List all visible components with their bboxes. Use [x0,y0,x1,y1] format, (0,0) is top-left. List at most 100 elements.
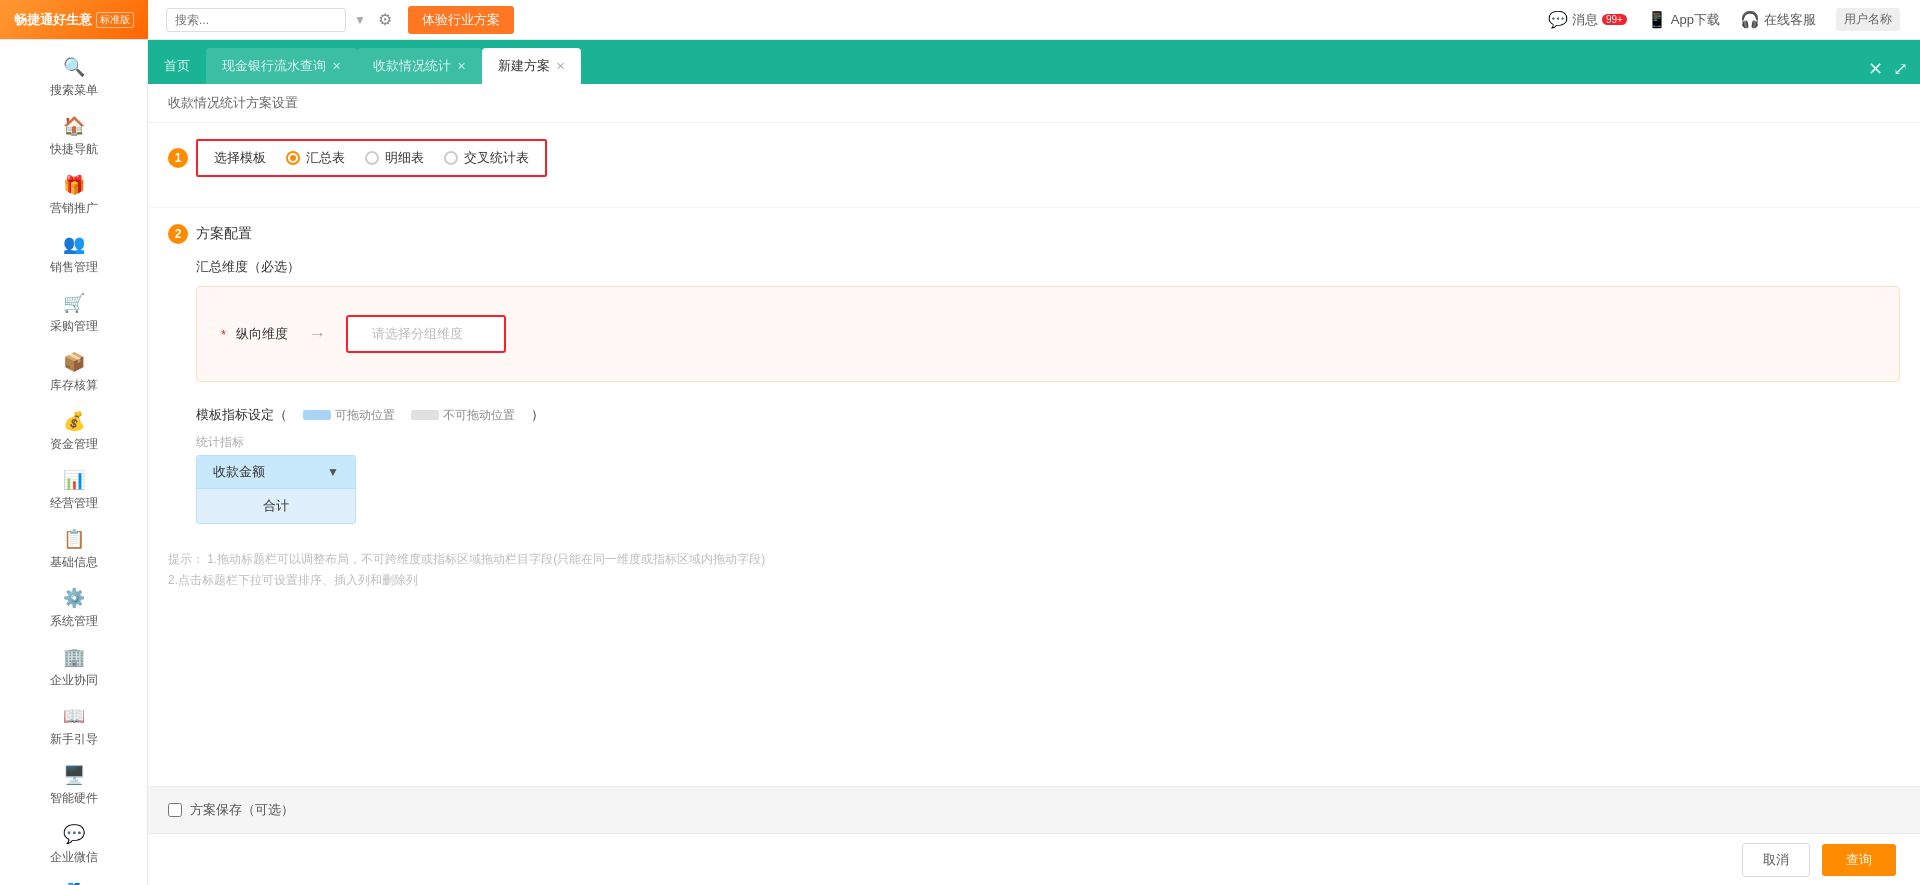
tip-1: 提示： 1.拖动标题栏可以调整布局，不可跨维度或指标区域拖动栏目字段(只能在同一… [168,551,1900,568]
sidebar-item-sales[interactable]: 👥 销售管理 [0,225,147,284]
sidebar-item-inventory-label: 库存核算 [50,377,98,394]
cancel-button[interactable]: 取消 [1742,843,1810,877]
sidebar-item-basic-info[interactable]: 📋 基础信息 [0,520,147,579]
tab-new-plan[interactable]: 新建方案 ✕ [482,48,581,84]
sidebar-item-smart-hardware-label: 智能硬件 [50,790,98,807]
sidebar-item-purchase[interactable]: 🛒 采购管理 [0,284,147,343]
query-button[interactable]: 查询 [1822,844,1896,876]
sidebar-item-purchase-label: 采购管理 [50,318,98,335]
message-action[interactable]: 💬 消息 99+ [1548,10,1627,29]
step1-label: 选择模板 [214,149,266,167]
sales-icon: 👥 [63,233,85,255]
finance-icon: 💰 [63,410,85,432]
sidebar-item-operations[interactable]: 📊 经营管理 [0,461,147,520]
wechat-icon: 💬 [63,823,85,845]
sidebar-item-smart-hardware[interactable]: 🖥️ 智能硬件 [0,756,147,815]
search-dropdown-icon[interactable]: ▼ [354,13,366,27]
radio-detail-circle [365,151,379,165]
tab-home-label: 首页 [164,57,190,75]
dimension-section-label: 汇总维度（必选） [196,258,1900,276]
radio-summary-circle [286,151,300,165]
message-label: 消息 [1572,11,1598,29]
tab-receipt-stats-close-icon[interactable]: ✕ [457,60,466,73]
sidebar-item-member[interactable]: 🏅 畅会员 [0,874,147,885]
download-icon: 📱 [1647,10,1667,29]
tab-maximize-icon[interactable]: ⤢ [1893,58,1908,80]
save-option-checkbox[interactable] [168,803,182,817]
metrics-column-label: 收款金额 [213,463,265,481]
content-area: 首页 现金银行流水查询 ✕ 收款情况统计 ✕ 新建方案 ✕ ✕ ⤢ [148,40,1920,885]
step1-section: 1 选择模板 汇总表 [148,123,1920,207]
sidebar-item-search-menu[interactable]: 🔍 搜索菜单 [0,48,147,107]
sidebar-item-finance[interactable]: 💰 资金管理 [0,402,147,461]
operations-icon: 📊 [63,469,85,491]
radio-detail-label: 明细表 [385,149,424,167]
metrics-header-text: 模板指标设定（ [196,406,287,424]
tab-bar: 首页 现金银行流水查询 ✕ 收款情况统计 ✕ 新建方案 ✕ ✕ ⤢ [148,40,1920,84]
tips-section: 提示： 1.拖动标题栏可以调整布局，不可跨维度或指标区域拖动栏目字段(只能在同一… [148,543,1920,605]
basic-info-icon: 📋 [63,528,85,550]
tip-2: 2.点击标题栏下拉可设置排序、插入列和删除列 [168,572,1900,589]
smart-hardware-icon: 🖥️ [63,764,85,786]
sidebar-item-marketing[interactable]: 🎁 营销推广 [0,166,147,225]
message-badge: 99+ [1602,14,1627,25]
form-card: 收款情况统计方案设置 1 选择模板 汇总表 [148,84,1920,833]
tab-close-window-icon[interactable]: ✕ [1868,58,1883,80]
sidebar-item-guide-label: 新手引导 [50,731,98,748]
user-area[interactable]: 用户名称 [1836,8,1900,31]
footer-bar: 取消 查询 [148,833,1920,885]
tab-home[interactable]: 首页 [148,48,206,84]
sidebar-item-inventory[interactable]: 📦 库存核算 [0,343,147,402]
tab-bank-flow-label: 现金银行流水查询 [222,57,326,75]
purchase-icon: 🛒 [63,292,85,314]
guide-icon: 📖 [63,705,85,727]
marketing-icon: 🎁 [63,174,85,196]
tab-bank-flow[interactable]: 现金银行流水查询 ✕ [206,48,357,84]
dimension-label-text: 汇总维度（必选） [196,259,300,274]
step2-number: 2 [168,224,188,244]
sidebar-item-operations-label: 经营管理 [50,495,98,512]
draggable-color-swatch [303,410,331,420]
draggable-label: 可拖动位置 [335,407,395,424]
service-action[interactable]: 🎧 在线客服 [1740,10,1816,29]
user-name: 用户名称 [1844,12,1892,26]
logo-area: 畅捷通好生意 标准版 [0,0,148,39]
tab-new-plan-label: 新建方案 [498,57,550,75]
tab-bank-flow-close-icon[interactable]: ✕ [332,60,341,73]
step2-section: 2 方案配置 汇总维度（必选） * 纵向维度 → [148,208,1920,406]
dimension-select-btn[interactable]: 请选择分组维度 [346,315,506,353]
settings-icon[interactable]: ⚙ [378,10,392,29]
sidebar-item-wechat[interactable]: 💬 企业微信 [0,815,147,874]
dimension-area: * 纵向维度 → 请选择分组维度 [196,286,1900,382]
download-action[interactable]: 📱 App下载 [1647,10,1720,29]
top-search-input[interactable] [166,8,346,32]
tab-receipt-stats[interactable]: 收款情况统计 ✕ [357,48,482,84]
save-option-row: 方案保存（可选） [148,786,1920,833]
sidebar-item-guide[interactable]: 📖 新手引导 [0,697,147,756]
quick-nav-icon: 🏠 [63,115,85,137]
dimension-required-marker: * [221,327,226,342]
sidebar-item-quick-nav[interactable]: 🏠 快捷导航 [0,107,147,166]
metrics-table-header-row[interactable]: 收款金额 ▼ [197,456,355,488]
metrics-dropdown-icon[interactable]: ▼ [327,465,339,479]
radio-summary-label: 汇总表 [306,149,345,167]
step1-title: 1 选择模板 汇总表 [168,139,1900,177]
tab-new-plan-close-icon[interactable]: ✕ [556,60,565,73]
sidebar-item-system[interactable]: ⚙️ 系统管理 [0,579,147,638]
system-icon: ⚙️ [63,587,85,609]
sidebar-item-wechat-label: 企业微信 [50,849,98,866]
metrics-cell-total-label: 合计 [263,498,289,513]
trial-button[interactable]: 体验行业方案 [408,6,514,34]
radio-detail[interactable]: 明细表 [365,149,424,167]
sidebar-item-basic-info-label: 基础信息 [50,554,98,571]
radio-cross-label: 交叉统计表 [464,149,529,167]
radio-summary[interactable]: 汇总表 [286,149,345,167]
radio-cross[interactable]: 交叉统计表 [444,149,529,167]
page-header: 收款情况统计方案设置 [148,84,1920,123]
metrics-draggable-legend: 可拖动位置 [303,407,395,424]
page-content: 收款情况统计方案设置 1 选择模板 汇总表 [148,84,1920,833]
sidebar-item-enterprise[interactable]: 🏢 企业协同 [0,638,147,697]
metrics-header-close-paren: ） [531,406,544,424]
dimension-arrow-icon: → [308,324,326,345]
step1-number: 1 [168,148,188,168]
